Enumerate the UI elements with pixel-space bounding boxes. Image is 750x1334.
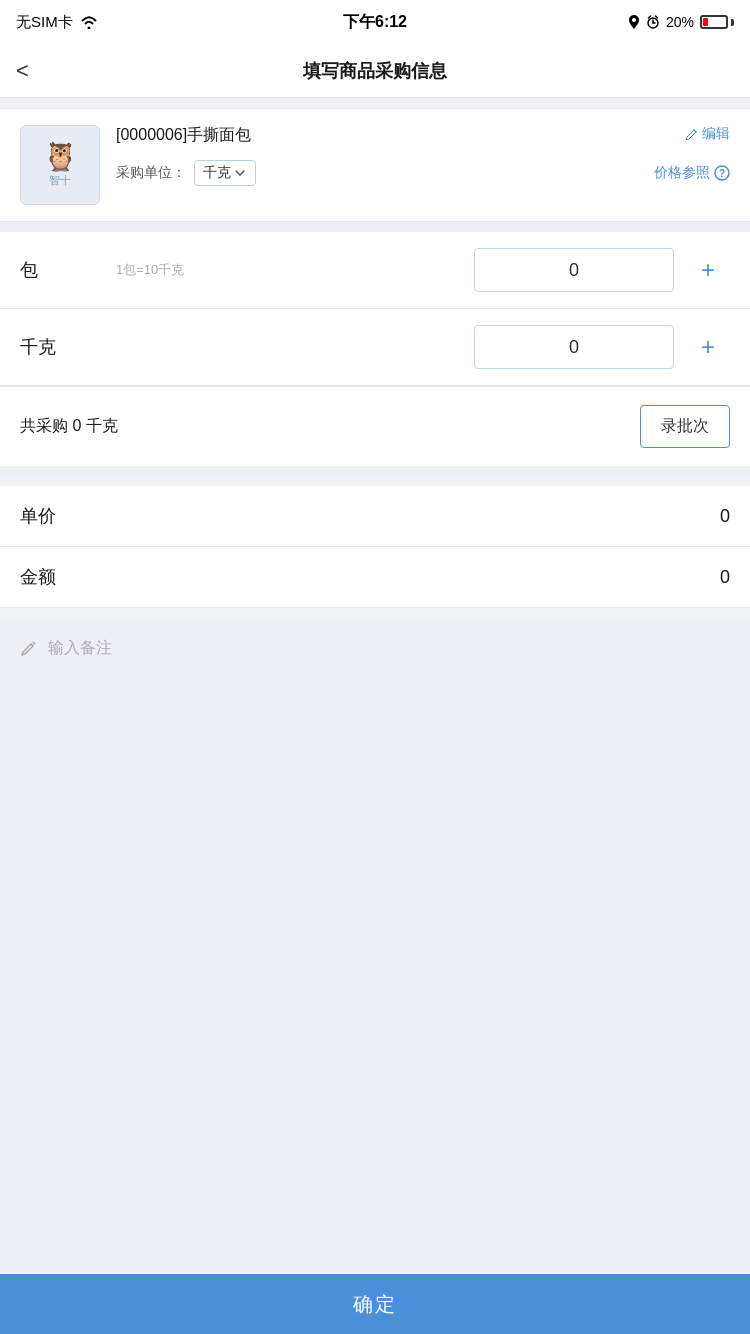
section-divider-1 [0, 222, 750, 232]
pencil-icon [20, 639, 38, 657]
svg-text:?: ? [719, 168, 725, 179]
product-unit-row: 采购单位： 千克 价格参照 ? [116, 160, 730, 186]
unit-price-label: 单价 [20, 504, 720, 528]
price-ref-label: 价格参照 [654, 164, 710, 182]
kg-input[interactable]: 0 [474, 325, 674, 369]
page-title: 填写商品采购信息 [303, 59, 447, 83]
bag-sublabel: 1包=10千克 [116, 261, 184, 279]
location-icon [628, 15, 640, 29]
batch-button[interactable]: 录批次 [640, 405, 730, 448]
svg-point-0 [632, 18, 636, 22]
alarm-icon [646, 15, 660, 29]
product-image: 🦉 智十 [20, 125, 100, 205]
status-carrier: 无SIM卡 [16, 13, 99, 32]
unit-label: 采购单位： [116, 164, 186, 182]
amount-value: 0 [720, 567, 730, 588]
product-logo-text: 智十 [49, 173, 71, 188]
remark-placeholder: 输入备注 [48, 638, 112, 659]
chevron-down-icon [235, 170, 245, 176]
unit-price-row: 单价 0 [0, 486, 750, 547]
product-logo-icon: 🦉 [43, 143, 78, 171]
edit-label: 编辑 [702, 125, 730, 143]
summary-text: 共采购 0 千克 [20, 416, 640, 437]
product-card: 🦉 智十 [0000006]手撕面包 编辑 采购单位： 千克 [0, 108, 750, 222]
help-icon: ? [714, 165, 730, 181]
bag-input[interactable]: 0 [474, 248, 674, 292]
amount-label: 金额 [20, 565, 720, 589]
product-info: [0000006]手撕面包 编辑 采购单位： 千克 价格 [116, 125, 730, 186]
unit-value: 千克 [203, 164, 231, 182]
product-header: [0000006]手撕面包 编辑 [116, 125, 730, 146]
content-filler [0, 678, 750, 1274]
status-time: 下午6:12 [343, 12, 407, 33]
edit-icon [685, 127, 699, 141]
unit-select[interactable]: 千克 [194, 160, 256, 186]
confirm-button[interactable]: 确定 [0, 1274, 750, 1334]
wifi-icon [79, 15, 99, 29]
battery-percentage: 20% [666, 14, 694, 30]
edit-button[interactable]: 编辑 [685, 125, 730, 143]
price-ref-button[interactable]: 价格参照 ? [654, 164, 730, 182]
bag-input-row: 包 1包=10千克 0 + [0, 232, 750, 309]
section-divider-2 [0, 466, 750, 476]
carrier-text: 无SIM卡 [16, 13, 73, 32]
bag-label: 包 [20, 258, 100, 282]
bag-plus-button[interactable]: + [686, 248, 730, 292]
summary-row: 共采购 0 千克 录批次 [0, 386, 750, 466]
input-section: 包 1包=10千克 0 + 千克 0 + 共采购 0 千克 录批次 [0, 232, 750, 466]
product-name: [0000006]手撕面包 [116, 125, 251, 146]
battery-indicator [700, 15, 734, 29]
kg-input-row: 千克 0 + [0, 309, 750, 386]
amount-row: 金额 0 [0, 547, 750, 608]
unit-price-value: 0 [720, 506, 730, 527]
price-section: 单价 0 金额 0 [0, 486, 750, 608]
nav-bar: < 填写商品采购信息 [0, 44, 750, 98]
kg-label: 千克 [20, 335, 100, 359]
status-bar: 无SIM卡 下午6:12 20% [0, 0, 750, 44]
bag-value: 0 [569, 260, 579, 281]
remark-section[interactable]: 输入备注 [0, 618, 750, 678]
kg-value: 0 [569, 337, 579, 358]
kg-plus-button[interactable]: + [686, 325, 730, 369]
status-right: 20% [628, 14, 734, 30]
back-button[interactable]: < [16, 58, 29, 84]
